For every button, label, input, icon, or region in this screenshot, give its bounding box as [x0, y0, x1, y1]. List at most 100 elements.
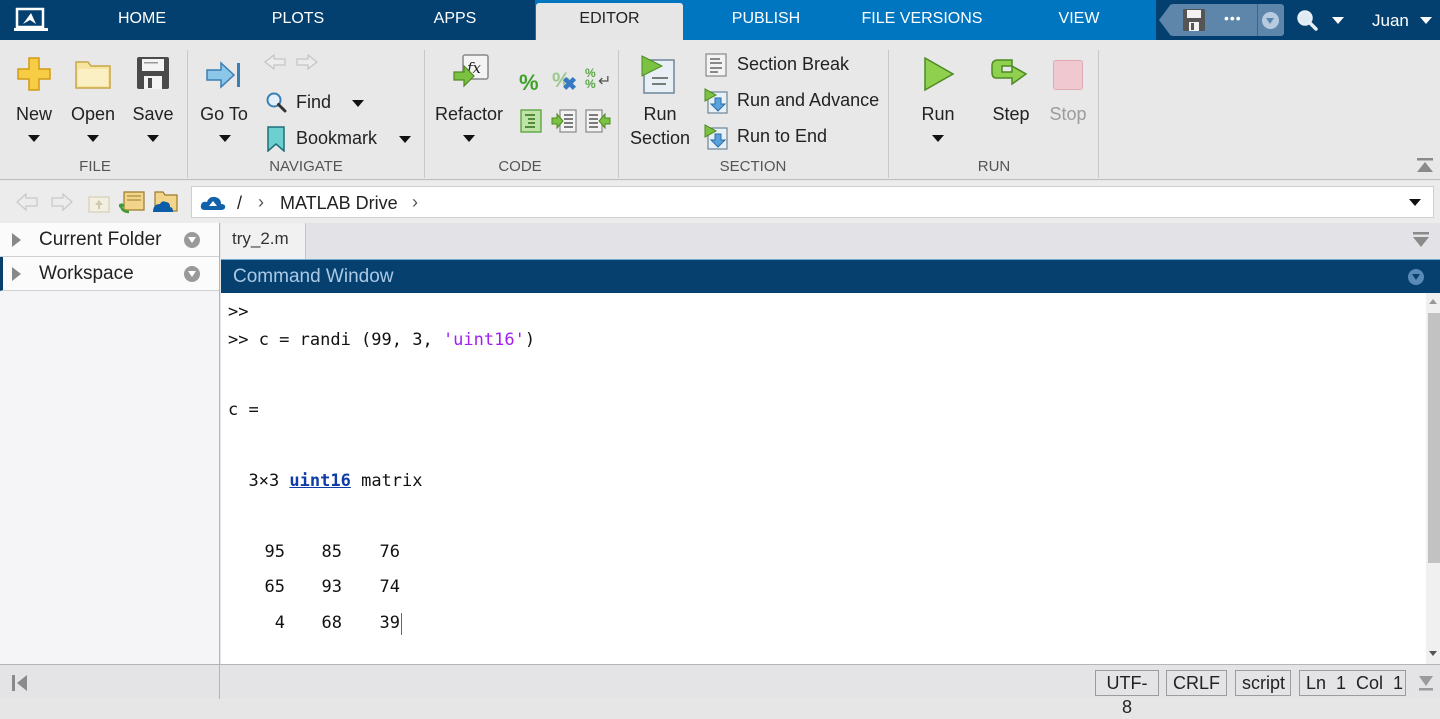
run-label: Run	[921, 104, 955, 124]
collapse-left-panel-icon[interactable]	[11, 674, 29, 692]
panel-current-folder[interactable]: Current Folder	[0, 223, 219, 257]
smart-indent-icon[interactable]	[520, 109, 542, 133]
matrix-cell: 95	[264, 542, 285, 562]
matrix-cell: 4	[274, 613, 285, 633]
breadcrumb-matlab-drive[interactable]: MATLAB Drive	[280, 193, 398, 214]
command-window-body[interactable]: >> >> c = randi (99, 3, 'uint16') c = 3×…	[221, 293, 1426, 664]
expand-triangle-icon[interactable]	[12, 233, 21, 247]
editor-tabs-menu-icon[interactable]	[1412, 231, 1430, 249]
open-folder-icon	[75, 61, 111, 89]
group-label-section: SECTION	[719, 158, 787, 175]
scroll-down-arrow-icon[interactable]	[1429, 651, 1437, 656]
run-dropdown-caret[interactable]	[932, 135, 944, 142]
editor-ribbon: New Open Save FILE Go To Find Bookmark N…	[0, 40, 1440, 180]
comment-icon[interactable]: %	[519, 70, 539, 96]
step-arrow-icon	[991, 59, 1028, 86]
go-to-dropdown-caret[interactable]	[219, 135, 231, 142]
left-panel: Current Folder Workspace	[0, 223, 220, 664]
breadcrumb-separator-icon[interactable]: ›	[258, 192, 264, 213]
command-window-scrollbar[interactable]	[1426, 293, 1440, 664]
path-history-dropdown-icon[interactable]	[1409, 199, 1421, 206]
command-window-title: Command Window	[233, 266, 394, 287]
tab-view[interactable]: VIEW	[1050, 0, 1108, 40]
command-window-options-icon[interactable]	[1408, 269, 1424, 285]
quick-access-toolbar: •••	[1170, 4, 1284, 36]
tab-file-versions[interactable]: FILE VERSIONS	[860, 0, 984, 40]
run-and-advance-icon	[704, 88, 728, 114]
text-cursor	[401, 613, 402, 635]
ribbon-separator	[618, 50, 619, 178]
user-menu-caret[interactable]	[1420, 17, 1432, 24]
command-prompt-line: >>	[228, 302, 249, 322]
increase-indent-icon[interactable]	[551, 109, 577, 133]
back-arrow-icon[interactable]	[263, 53, 287, 71]
top-tab-bar: HOME PLOTS APPS EDITOR PUBLISH FILE VERS…	[0, 0, 1440, 40]
decrease-indent-icon[interactable]	[585, 109, 611, 133]
save-disk-icon	[137, 57, 169, 89]
stop-label: Stop	[1049, 104, 1087, 124]
file-type-indicator[interactable]: script	[1235, 670, 1291, 696]
panel-current-folder-label: Current Folder	[39, 229, 162, 250]
save-dropdown-caret[interactable]	[147, 135, 159, 142]
ribbon-separator	[1098, 50, 1099, 178]
wrap-comments-icon[interactable]: % % ↵	[585, 66, 611, 94]
breadcrumb-root[interactable]: /	[237, 193, 242, 214]
group-label-run: RUN	[977, 158, 1011, 175]
address-bar: / › MATLAB Drive ›	[0, 181, 1440, 223]
breadcrumb-separator-icon[interactable]: ›	[412, 192, 418, 213]
browse-folder-icon[interactable]	[119, 190, 145, 214]
save-quick-icon[interactable]	[1182, 8, 1206, 32]
tab-plots[interactable]: PLOTS	[256, 0, 340, 40]
more-options-button[interactable]: •••	[1224, 10, 1242, 26]
tab-home[interactable]: HOME	[100, 0, 184, 40]
forward-folder-icon[interactable]	[50, 192, 74, 212]
current-folder-path-field[interactable]: / › MATLAB Drive ›	[191, 186, 1434, 218]
line-ending-indicator[interactable]: CRLF	[1166, 670, 1227, 696]
matlab-drive-folder-icon[interactable]	[151, 190, 179, 214]
run-section-label-1: Run	[643, 104, 677, 124]
refactor-dropdown-caret[interactable]	[463, 135, 475, 142]
panel-workspace[interactable]: Workspace	[0, 257, 219, 291]
encoding-indicator[interactable]: UTF-8	[1095, 670, 1159, 717]
command-code-close: )	[524, 330, 536, 350]
search-icon[interactable]	[1296, 9, 1318, 31]
up-folder-icon[interactable]	[88, 193, 110, 213]
expand-triangle-icon[interactable]	[12, 267, 21, 281]
new-plus-icon	[17, 57, 51, 91]
editor-file-tab[interactable]: try_2.m	[221, 223, 306, 259]
matlab-online-logo-icon[interactable]	[14, 7, 48, 33]
output-type-suffix: matrix	[350, 471, 423, 491]
forward-arrow-icon[interactable]	[295, 53, 319, 71]
tab-publish[interactable]: PUBLISH	[720, 0, 812, 40]
matrix-cell: 65	[264, 577, 285, 597]
back-folder-icon[interactable]	[15, 192, 39, 212]
search-dropdown-caret[interactable]	[1332, 17, 1344, 24]
refactor-label: Refactor	[434, 104, 504, 124]
tab-editor[interactable]: EDITOR	[536, 3, 683, 40]
new-dropdown-caret[interactable]	[28, 135, 40, 142]
section-break-label: Section Break	[737, 54, 850, 74]
run-section-icon	[641, 55, 675, 94]
collapse-status-icon[interactable]	[1418, 674, 1434, 692]
panel-options-dropdown-icon[interactable]	[184, 232, 200, 248]
bookmark-icon	[267, 126, 285, 152]
user-menu[interactable]: Juan	[1372, 11, 1409, 31]
matrix-cell: 74	[379, 577, 400, 597]
panel-options-dropdown-icon[interactable]	[184, 266, 200, 282]
uncomment-icon[interactable]: % ✖	[552, 68, 578, 94]
open-dropdown-caret[interactable]	[87, 135, 99, 142]
uint16-doc-link[interactable]: uint16	[289, 471, 350, 491]
section-break-icon	[705, 53, 727, 77]
status-bar-divider	[219, 665, 220, 699]
cursor-position-indicator[interactable]: Ln 1 Col 1	[1299, 670, 1406, 696]
scrollbar-thumb[interactable]	[1428, 313, 1440, 563]
scroll-up-arrow-icon[interactable]	[1429, 299, 1437, 304]
quick-access-separator	[1257, 4, 1258, 36]
collapse-ribbon-icon[interactable]	[1416, 156, 1434, 174]
matrix-cell: 76	[379, 542, 400, 562]
tab-apps[interactable]: APPS	[413, 0, 497, 40]
bookmark-dropdown-caret[interactable]	[399, 136, 411, 143]
quick-access-dropdown-icon[interactable]	[1262, 12, 1279, 29]
open-label: Open	[70, 104, 116, 124]
find-dropdown-caret[interactable]	[352, 100, 364, 107]
